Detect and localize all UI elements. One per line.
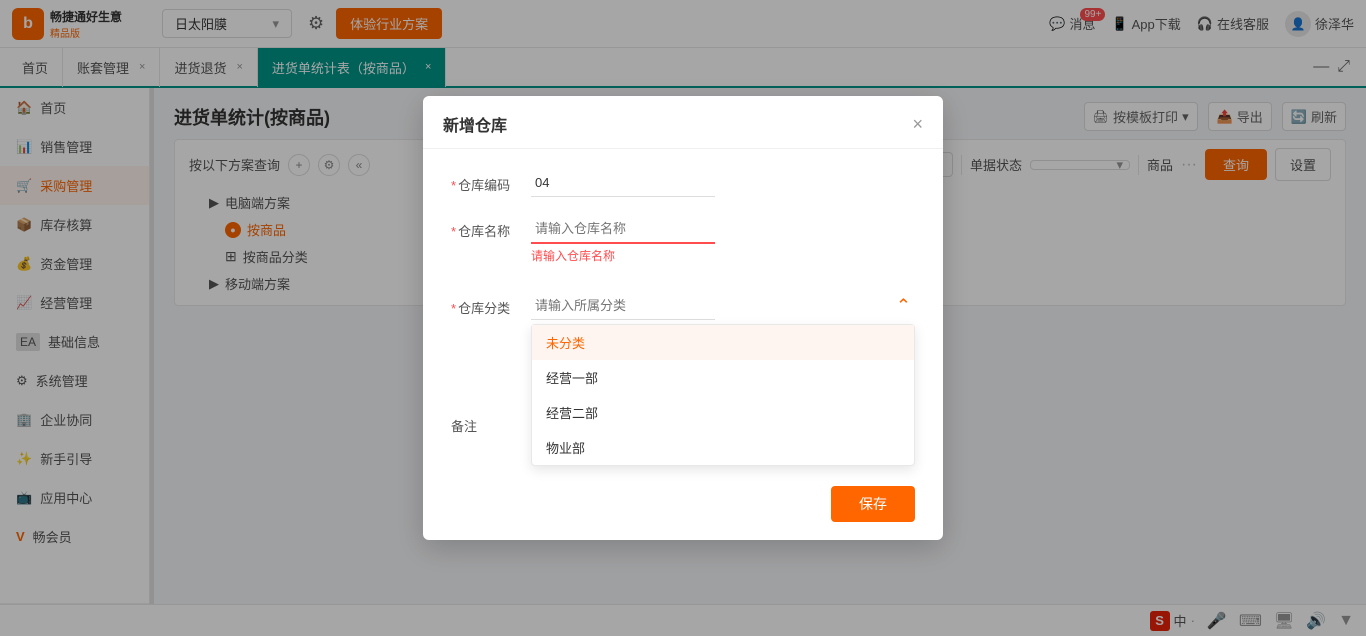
warehouse-name-row: 仓库名称 请输入仓库名称 [451, 215, 915, 264]
remark-label: 备注 [451, 410, 531, 435]
add-warehouse-modal: 新增仓库 × 仓库编码 仓库名称 请输入仓库名称 仓库分类 ⌃ [423, 96, 943, 540]
modal-footer: 保存 [423, 476, 943, 540]
warehouse-category-row: 仓库分类 ⌃ 未分类 经营一部 经营二部 物业部 [451, 292, 915, 320]
dropdown-item-dept1[interactable]: 经营一部 [532, 360, 914, 395]
warehouse-name-input[interactable] [531, 215, 715, 244]
modal-body: 仓库编码 仓库名称 请输入仓库名称 仓库分类 ⌃ 未分类 [423, 149, 943, 476]
warehouse-code-label: 仓库编码 [451, 169, 531, 194]
warehouse-category-input[interactable] [531, 292, 715, 320]
dropdown-item-dept2[interactable]: 经营二部 [532, 395, 914, 430]
dropdown-item-property[interactable]: 物业部 [532, 430, 914, 465]
category-dropdown-list: 未分类 经营一部 经营二部 物业部 [531, 324, 915, 466]
warehouse-code-row: 仓库编码 [451, 169, 915, 197]
warehouse-code-wrapper [531, 169, 915, 197]
modal-header: 新增仓库 × [423, 96, 943, 149]
warehouse-code-input[interactable] [531, 169, 715, 197]
warehouse-name-wrapper: 请输入仓库名称 [531, 215, 915, 264]
warehouse-name-error-msg: 请输入仓库名称 [531, 247, 915, 264]
dropdown-item-uncategorized[interactable]: 未分类 [532, 325, 914, 360]
warehouse-category-label: 仓库分类 [451, 292, 531, 317]
chevron-up-icon: ⌃ [896, 296, 911, 317]
category-dropdown-btn[interactable]: ⌃ [896, 296, 911, 317]
modal-close-btn[interactable]: × [912, 114, 923, 135]
warehouse-category-wrapper: ⌃ 未分类 经营一部 经营二部 物业部 [531, 292, 915, 320]
warehouse-name-label: 仓库名称 [451, 215, 531, 240]
modal-title: 新增仓库 [443, 112, 507, 136]
save-btn[interactable]: 保存 [831, 486, 915, 522]
